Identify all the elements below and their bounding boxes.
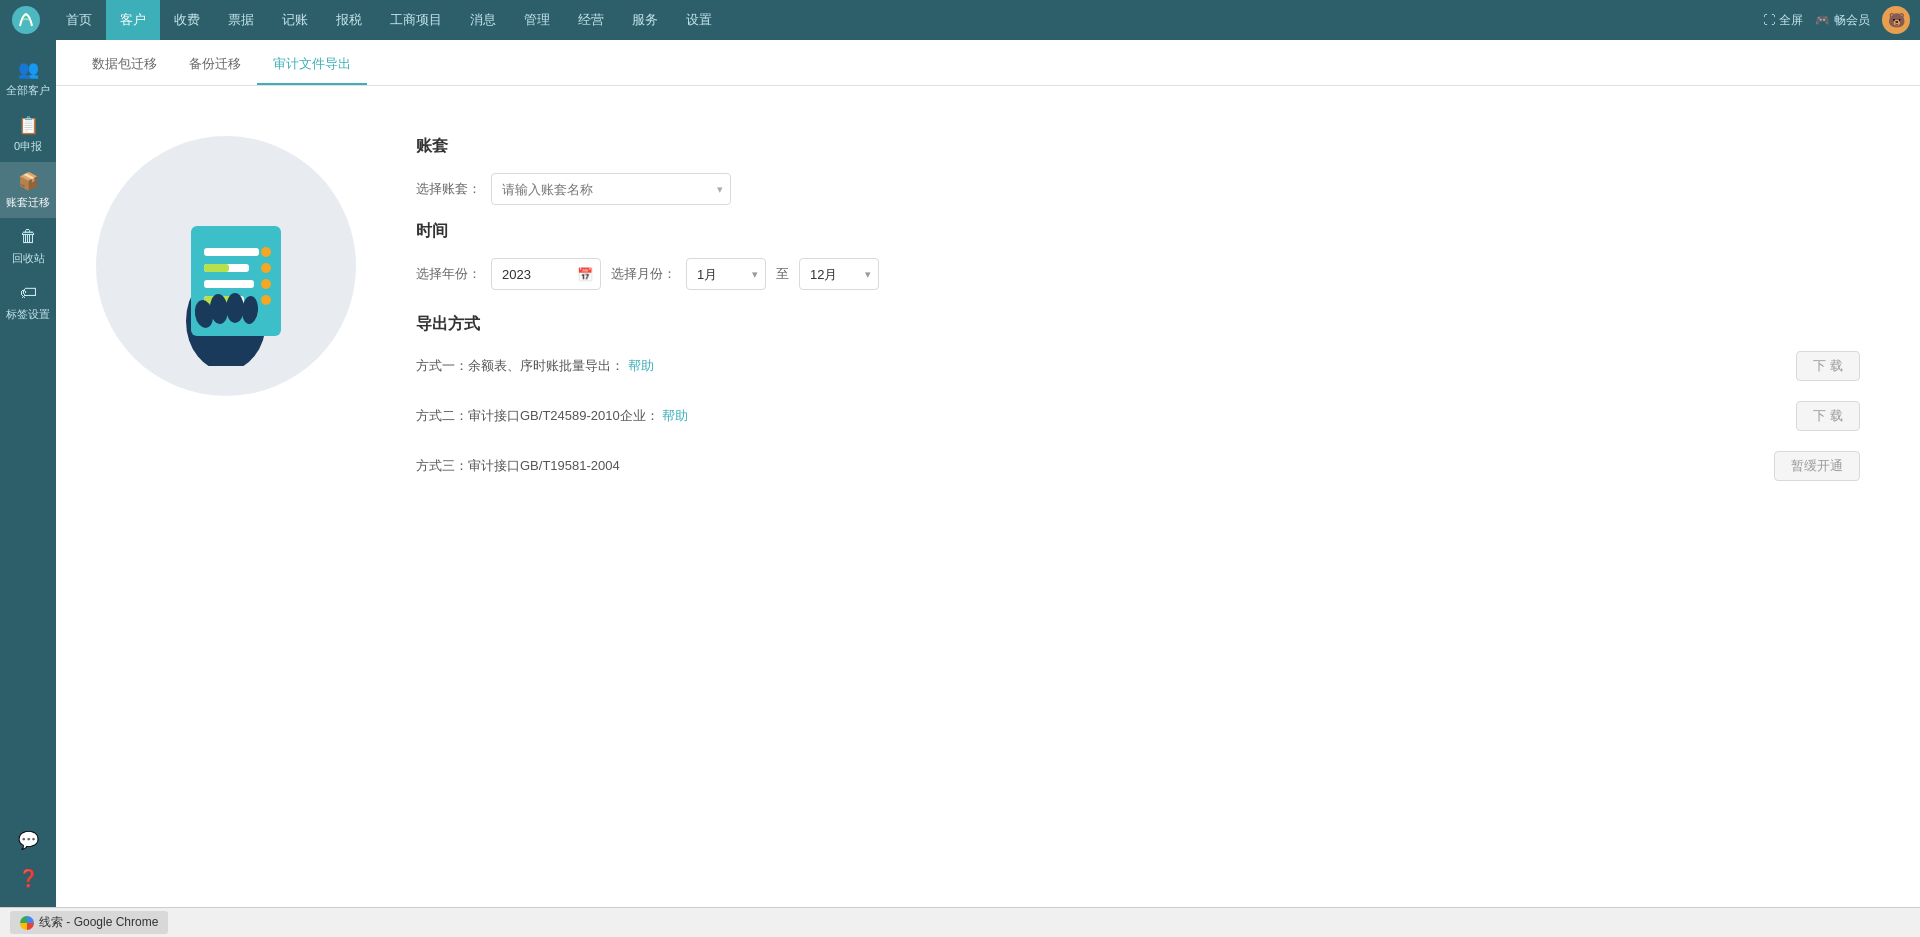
zero-report-icon: 📋 xyxy=(17,114,39,136)
nav-home[interactable]: 首页 xyxy=(52,0,106,40)
nav-customer[interactable]: 客户 xyxy=(106,0,160,40)
svg-rect-5 xyxy=(204,280,254,288)
export-method-1-download-btn[interactable]: 下 载 xyxy=(1796,351,1860,381)
sidebar-item-zero-report[interactable]: 📋 0申报 xyxy=(0,106,56,162)
app-logo xyxy=(10,4,42,36)
export-method-2: 方式二：审计接口GB/T24589-2010企业： 帮助 下 载 xyxy=(416,401,1880,431)
export-method-1: 方式一：余额表、序时账批量导出： 帮助 下 载 xyxy=(416,351,1880,381)
nav-service[interactable]: 服务 xyxy=(618,0,672,40)
content-area: 数据包迁移 备份迁移 审计文件导出 xyxy=(56,40,1920,907)
help-icon: ❓ xyxy=(17,867,39,889)
to-label: 至 xyxy=(776,265,789,283)
tab-backup-migration[interactable]: 备份迁移 xyxy=(173,45,257,85)
year-label: 选择年份： xyxy=(416,265,481,283)
sidebar-help[interactable]: ❓ xyxy=(0,859,56,897)
year-input-wrapper: 📅 xyxy=(491,258,601,290)
export-method-3-text: 方式三：审计接口GB/T19581-2004 xyxy=(416,457,620,475)
left-sidebar: 👥 全部客户 📋 0申报 📦 账套迁移 🗑 回收站 🏷 标签设置 💬 ❓ xyxy=(0,40,56,907)
chrome-icon xyxy=(20,916,34,930)
fullscreen-btn[interactable]: ⛶ 全屏 xyxy=(1763,12,1803,29)
taskbar: 线索 - Google Chrome xyxy=(0,907,1920,937)
tag-settings-icon: 🏷 xyxy=(17,282,39,304)
illustration-circle xyxy=(96,136,356,396)
account-row: 选择账套： ▾ xyxy=(416,173,1880,205)
svg-point-0 xyxy=(12,6,40,34)
month-label: 选择月份： xyxy=(611,265,676,283)
sidebar-item-tag-settings[interactable]: 🏷 标签设置 xyxy=(0,274,56,330)
month-start-wrapper: 1月2月3月4月 5月6月7月8月 9月10月11月12月 xyxy=(686,258,766,290)
nav-operation[interactable]: 经营 xyxy=(564,0,618,40)
svg-point-15 xyxy=(226,293,244,323)
taskbar-chrome[interactable]: 线索 - Google Chrome xyxy=(10,911,168,934)
nav-manage[interactable]: 管理 xyxy=(510,0,564,40)
account-input-wrapper: ▾ xyxy=(491,173,731,205)
svg-rect-3 xyxy=(204,248,259,256)
chat-icon: 💬 xyxy=(17,829,39,851)
calendar-icon: 📅 xyxy=(577,267,593,282)
time-row: 选择年份： 📅 选择月份： 1月2月3月4月 5月6月7月8月 9月10月11月… xyxy=(416,258,1880,290)
export-section-title: 导出方式 xyxy=(416,314,1880,335)
time-section-title: 时间 xyxy=(416,221,1880,242)
all-customers-icon: 👥 xyxy=(17,58,39,80)
account-migration-icon: 📦 xyxy=(17,170,39,192)
month-end-wrapper: 1月2月3月4月 5月6月7月8月 9月10月11月 12月 xyxy=(799,258,879,290)
nav-business[interactable]: 工商项目 xyxy=(376,0,456,40)
month-start-select[interactable]: 1月2月3月4月 5月6月7月8月 9月10月11月12月 xyxy=(686,258,766,290)
month-end-select[interactable]: 1月2月3月4月 5月6月7月8月 9月10月11月 12月 xyxy=(799,258,879,290)
nav-invoice[interactable]: 票据 xyxy=(214,0,268,40)
nav-billing[interactable]: 收费 xyxy=(160,0,214,40)
export-method-2-text: 方式二：审计接口GB/T24589-2010企业： 帮助 xyxy=(416,407,688,425)
avatar[interactable]: 🐻 xyxy=(1882,6,1910,34)
export-method-3-soon-btn: 暂缓开通 xyxy=(1774,451,1860,481)
illustration-area xyxy=(96,116,356,877)
form-area: 账套 选择账套： ▾ 时间 选择年份： 📅 选择月份： xyxy=(416,116,1880,877)
nav-tax[interactable]: 报税 xyxy=(322,0,376,40)
top-nav: 首页 客户 收费 票据 记账 报税 工商项目 消息 管理 经营 服务 设置 ⛶ … xyxy=(0,0,1920,40)
taskbar-chrome-label: 线索 - Google Chrome xyxy=(39,914,158,931)
member-icon: 🎮 xyxy=(1815,13,1830,27)
export-method-1-text: 方式一：余额表、序时账批量导出： 帮助 xyxy=(416,357,654,375)
recycle-icon: 🗑 xyxy=(17,226,39,248)
sidebar-chat[interactable]: 💬 xyxy=(0,821,56,859)
export-method-3-label: 方式三：审计接口GB/T19581-2004 xyxy=(416,458,620,473)
nav-message[interactable]: 消息 xyxy=(456,0,510,40)
sidebar-item-all-customers[interactable]: 👥 全部客户 xyxy=(0,50,56,106)
tabs-bar: 数据包迁移 备份迁移 审计文件导出 xyxy=(56,40,1920,86)
export-method-3: 方式三：审计接口GB/T19581-2004 暂缓开通 xyxy=(416,451,1880,481)
sidebar-bottom: 💬 ❓ xyxy=(0,821,56,907)
sidebar-item-account-migration[interactable]: 📦 账套迁移 xyxy=(0,162,56,218)
svg-rect-11 xyxy=(204,264,229,272)
svg-point-8 xyxy=(261,263,271,273)
svg-point-9 xyxy=(261,279,271,289)
fullscreen-icon: ⛶ xyxy=(1763,13,1775,27)
export-method-1-label: 方式一：余额表、序时账批量导出： xyxy=(416,358,624,373)
main-layout: 👥 全部客户 📋 0申报 📦 账套迁移 🗑 回收站 🏷 标签设置 💬 ❓ xyxy=(0,40,1920,907)
nav-items: 首页 客户 收费 票据 记账 报税 工商项目 消息 管理 经营 服务 设置 xyxy=(52,0,1763,40)
top-nav-right: ⛶ 全屏 🎮 畅会员 🐻 xyxy=(1763,6,1910,34)
export-method-2-label: 方式二：审计接口GB/T24589-2010企业： xyxy=(416,408,659,423)
export-method-2-download-btn[interactable]: 下 载 xyxy=(1796,401,1860,431)
account-input[interactable] xyxy=(491,173,731,205)
nav-settings[interactable]: 设置 xyxy=(672,0,726,40)
nav-bookkeeping[interactable]: 记账 xyxy=(268,0,322,40)
export-method-2-help[interactable]: 帮助 xyxy=(662,408,688,423)
tab-audit-export[interactable]: 审计文件导出 xyxy=(257,45,367,85)
page-content: 账套 选择账套： ▾ 时间 选择年份： 📅 选择月份： xyxy=(56,86,1920,907)
account-section-title: 账套 xyxy=(416,136,1880,157)
tab-data-migration[interactable]: 数据包迁移 xyxy=(76,45,173,85)
export-method-1-help[interactable]: 帮助 xyxy=(628,358,654,373)
svg-point-10 xyxy=(261,295,271,305)
dropdown-icon: ▾ xyxy=(717,183,723,196)
member-btn[interactable]: 🎮 畅会员 xyxy=(1815,12,1870,29)
sidebar-item-recycle[interactable]: 🗑 回收站 xyxy=(0,218,56,274)
svg-point-7 xyxy=(261,247,271,257)
account-label: 选择账套： xyxy=(416,180,481,198)
